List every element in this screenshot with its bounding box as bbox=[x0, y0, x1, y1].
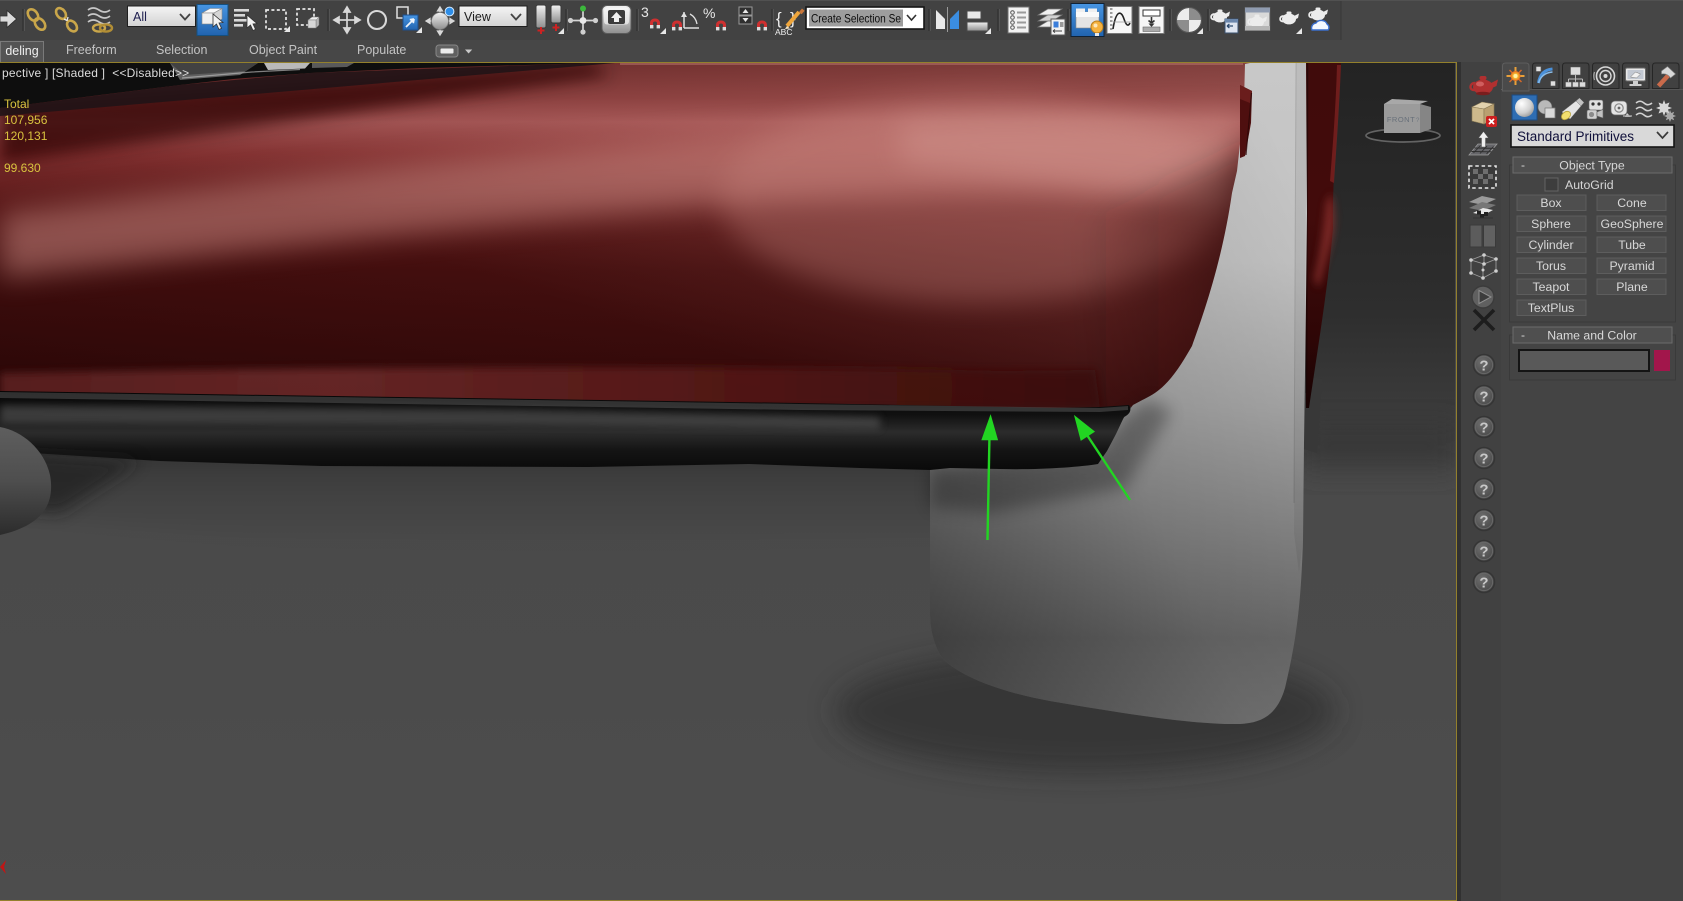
svg-text:View: View bbox=[464, 10, 492, 24]
svg-text:FRONT: FRONT bbox=[1387, 115, 1415, 124]
svg-text:3: 3 bbox=[641, 4, 649, 20]
svg-text:Teapot: Teapot bbox=[1533, 280, 1571, 294]
svg-text:Cone: Cone bbox=[1617, 196, 1647, 210]
svg-text:TextPlus: TextPlus bbox=[1528, 301, 1574, 315]
svg-text:Plane: Plane bbox=[1616, 280, 1648, 294]
svg-text:Name and Color: Name and Color bbox=[1547, 329, 1637, 343]
svg-text:Create Selection Se: Create Selection Se bbox=[811, 12, 901, 26]
svg-text:Torus: Torus bbox=[1536, 259, 1566, 273]
svg-text:-: - bbox=[1521, 328, 1525, 342]
svg-text:Object Type: Object Type bbox=[1559, 159, 1625, 173]
svg-text:%: % bbox=[703, 5, 715, 21]
svg-text:GeoSphere: GeoSphere bbox=[1601, 217, 1664, 231]
svg-text:Tube: Tube bbox=[1618, 238, 1646, 252]
svg-text:{: { bbox=[776, 9, 782, 28]
svg-text:-: - bbox=[1521, 158, 1525, 172]
svg-text:AutoGrid: AutoGrid bbox=[1565, 178, 1614, 192]
svg-text:Standard Primitives: Standard Primitives bbox=[1517, 129, 1634, 144]
svg-text:Cylinder: Cylinder bbox=[1528, 238, 1573, 252]
svg-text:?: ? bbox=[1479, 358, 1488, 375]
svg-text:Sphere: Sphere bbox=[1531, 217, 1571, 231]
svg-text:Box: Box bbox=[1540, 196, 1562, 210]
svg-text:All: All bbox=[133, 10, 147, 24]
svg-text:Pyramid: Pyramid bbox=[1609, 259, 1654, 273]
